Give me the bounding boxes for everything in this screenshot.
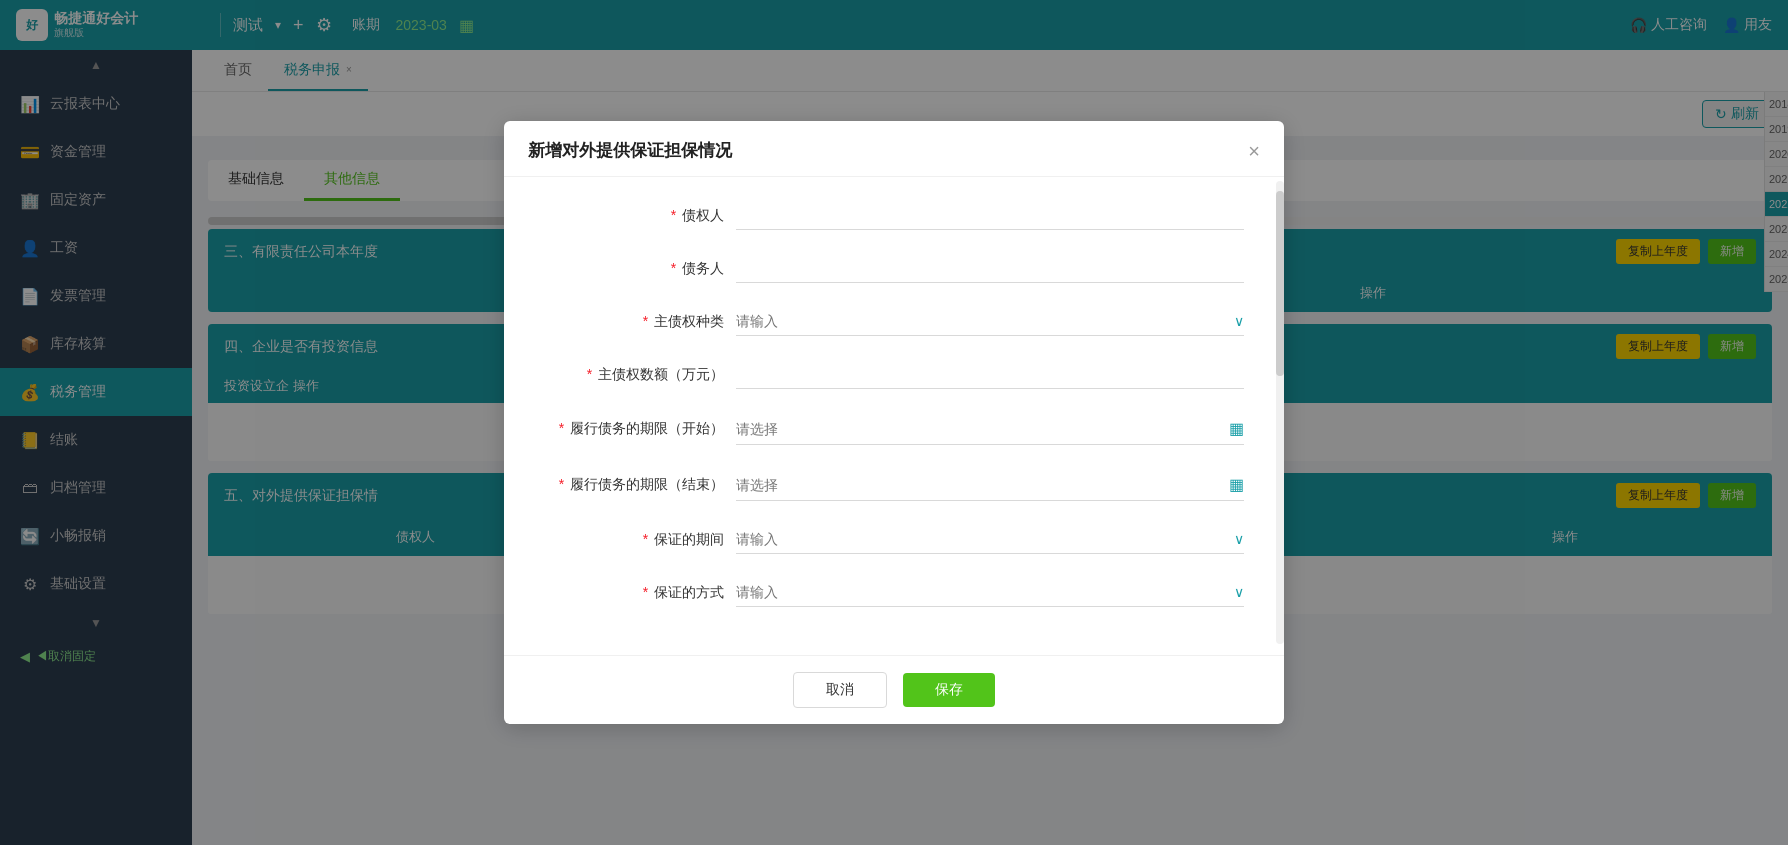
form-row-guarantee-period: * 保证的期间 ∨: [544, 525, 1244, 554]
creditor-label: * 债权人: [544, 207, 724, 225]
guarantee-period-label: * 保证的期间: [544, 531, 724, 549]
main-claim-type-arrow-icon: ∨: [1234, 313, 1244, 329]
guarantee-method-input[interactable]: [736, 584, 1234, 600]
save-button[interactable]: 保存: [903, 673, 995, 707]
main-claim-type-input[interactable]: [736, 313, 1234, 329]
debtor-label-text: 债务人: [682, 260, 724, 276]
modal-dialog: 新增对外提供保证担保情况 × * 债权人 * 债务人: [504, 121, 1284, 724]
guarantee-period-select[interactable]: ∨: [736, 525, 1244, 554]
form-row-period-end: * 履行债务的期限（结束） ▦: [544, 469, 1244, 501]
creditor-label-text: 债权人: [682, 207, 724, 223]
modal-title: 新增对外提供保证担保情况: [528, 139, 732, 162]
guarantee-method-required-mark: *: [643, 584, 648, 600]
modal-footer: 取消 保存: [504, 655, 1284, 724]
debtor-required-mark: *: [671, 260, 676, 276]
period-start-cal-icon[interactable]: ▦: [1229, 419, 1244, 438]
period-end-input[interactable]: [736, 477, 1229, 493]
app-container: 好 畅捷通好会计 旗舰版 测试 ▾ + ⚙ 账期 2023-03 ▦ 🎧 人工咨…: [0, 0, 1788, 845]
main-claim-amount-input[interactable]: [736, 360, 1244, 389]
creditor-required-mark: *: [671, 207, 676, 223]
modal-scrollbar-thumb: [1276, 191, 1284, 376]
modal-close-btn[interactable]: ×: [1248, 141, 1260, 161]
guarantee-method-select[interactable]: ∨: [736, 578, 1244, 607]
debtor-input[interactable]: [736, 254, 1244, 283]
modal-body: * 债权人 * 债务人 * 主债权种: [504, 177, 1284, 655]
period-start-required-mark: *: [559, 420, 564, 436]
period-end-label: * 履行债务的期限（结束）: [544, 476, 724, 494]
form-row-main-claim-type: * 主债权种类 ∨: [544, 307, 1244, 336]
guarantee-period-arrow-icon: ∨: [1234, 531, 1244, 547]
main-claim-type-label: * 主债权种类: [544, 313, 724, 331]
guarantee-method-label-text: 保证的方式: [654, 584, 724, 600]
period-start-date-wrapper[interactable]: ▦: [736, 413, 1244, 445]
modal-scrollbar[interactable]: [1276, 181, 1284, 644]
period-end-required-mark: *: [559, 476, 564, 492]
guarantee-period-input[interactable]: [736, 531, 1234, 547]
period-end-label-text: 履行债务的期限（结束）: [570, 476, 724, 492]
period-start-label: * 履行债务的期限（开始）: [544, 420, 724, 438]
form-row-period-start: * 履行债务的期限（开始） ▦: [544, 413, 1244, 445]
main-claim-amount-label-text: 主债权数额（万元）: [598, 366, 724, 382]
main-claim-amount-label: * 主债权数额（万元）: [544, 366, 724, 384]
debtor-label: * 债务人: [544, 260, 724, 278]
main-claim-amount-required-mark: *: [587, 366, 592, 382]
form-row-creditor: * 债权人: [544, 201, 1244, 230]
main-claim-type-label-text: 主债权种类: [654, 313, 724, 329]
cancel-button[interactable]: 取消: [793, 672, 887, 708]
creditor-input[interactable]: [736, 201, 1244, 230]
modal-overlay[interactable]: 新增对外提供保证担保情况 × * 债权人 * 债务人: [0, 0, 1788, 845]
period-start-label-text: 履行债务的期限（开始）: [570, 420, 724, 436]
period-start-input[interactable]: [736, 421, 1229, 437]
main-claim-type-required-mark: *: [643, 313, 648, 329]
main-claim-type-select[interactable]: ∨: [736, 307, 1244, 336]
form-row-guarantee-method: * 保证的方式 ∨: [544, 578, 1244, 607]
period-end-date-wrapper[interactable]: ▦: [736, 469, 1244, 501]
form-row-debtor: * 债务人: [544, 254, 1244, 283]
guarantee-method-arrow-icon: ∨: [1234, 584, 1244, 600]
form-row-main-claim-amount: * 主债权数额（万元）: [544, 360, 1244, 389]
period-end-cal-icon[interactable]: ▦: [1229, 475, 1244, 494]
modal-header: 新增对外提供保证担保情况 ×: [504, 121, 1284, 177]
guarantee-period-required-mark: *: [643, 531, 648, 547]
guarantee-period-label-text: 保证的期间: [654, 531, 724, 547]
guarantee-method-label: * 保证的方式: [544, 584, 724, 602]
